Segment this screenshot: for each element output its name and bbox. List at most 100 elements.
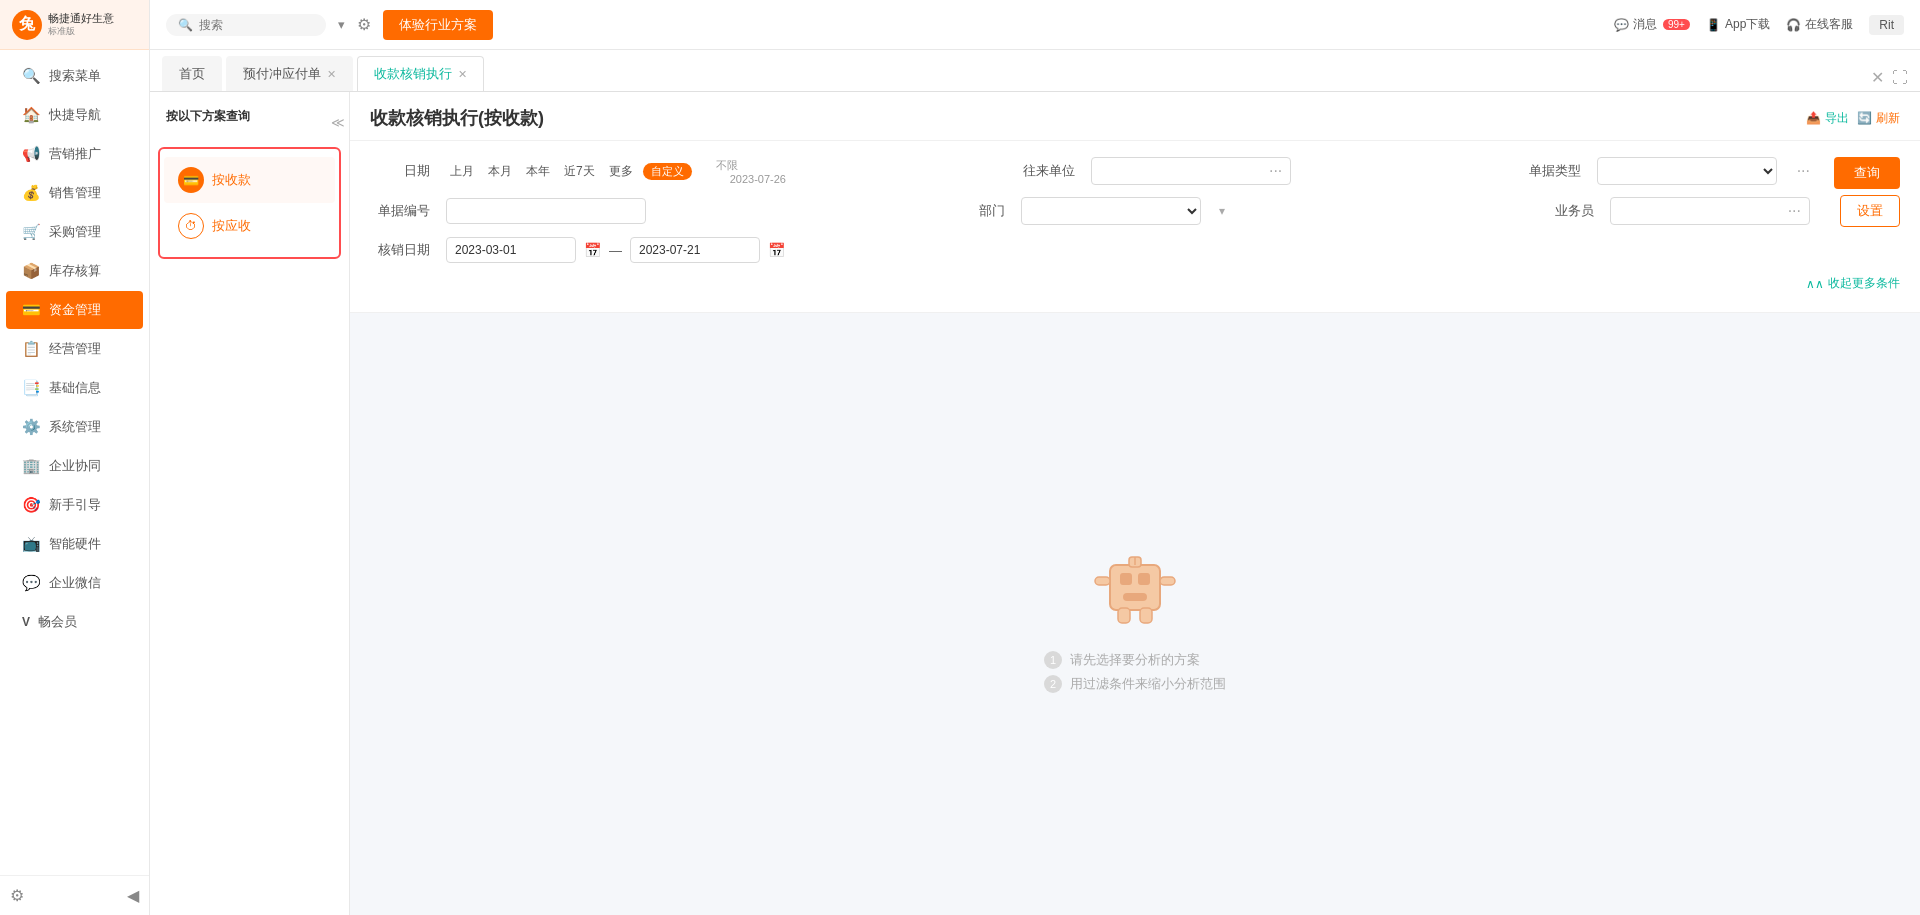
- doc-no-input[interactable]: [446, 198, 646, 224]
- sidebar-item-guide[interactable]: 🎯 新手引导: [6, 486, 143, 524]
- messages-action[interactable]: 💬 消息 99+: [1614, 16, 1690, 33]
- expand-tab-icon[interactable]: ⛶: [1892, 69, 1908, 87]
- sidebar-item-purchase[interactable]: 🛒 采购管理: [6, 213, 143, 251]
- date-custom-badge[interactable]: 自定义: [643, 163, 692, 180]
- refresh-button[interactable]: 🔄 刷新: [1857, 110, 1900, 127]
- dept-dropdown-icon: ▾: [1219, 204, 1225, 218]
- sidebar-item-finance[interactable]: 💳 资金管理: [6, 291, 143, 329]
- collapse-sidebar-icon[interactable]: ◀: [127, 886, 139, 905]
- sidebar-item-label: 库存核算: [49, 262, 101, 280]
- date-no-limit-label: 不限: [716, 158, 786, 173]
- page-title: 收款核销执行(按收款): [370, 106, 544, 130]
- filter-row-2: 单据编号 部门 ▾ 业务员 ··: [370, 197, 1810, 225]
- staff-dots-icon[interactable]: ···: [1788, 202, 1801, 220]
- verify-date-start-input[interactable]: [446, 237, 576, 263]
- doc-type-select[interactable]: [1597, 157, 1777, 185]
- date-tab-this-month[interactable]: 本月: [484, 161, 516, 182]
- close-prepay-tab[interactable]: ✕: [327, 68, 336, 81]
- app-badge: 标准版: [48, 25, 114, 38]
- doc-type-dots-icon[interactable]: ···: [1797, 162, 1810, 180]
- export-button[interactable]: 📤 导出: [1806, 110, 1849, 127]
- tab-prepay[interactable]: 预付冲应付单 ✕: [226, 56, 353, 91]
- finance-icon: 💳: [22, 301, 41, 319]
- export-label: 导出: [1825, 110, 1849, 127]
- search-input[interactable]: [199, 18, 299, 32]
- sidebar-item-label: 快捷导航: [49, 106, 101, 124]
- sidebar-item-label: 企业协同: [49, 457, 101, 475]
- hint-text-1: 请先选择要分析的方案: [1070, 651, 1200, 669]
- sidebar-item-quick-nav[interactable]: 🏠 快捷导航: [6, 96, 143, 134]
- online-service-label: 在线客服: [1805, 16, 1853, 33]
- filter-section: 日期 上月 本月 本年 近7天 更多 自定义 不限 2: [350, 141, 1920, 313]
- sidebar-item-inventory[interactable]: 📦 库存核算: [6, 252, 143, 290]
- search-box[interactable]: 🔍: [166, 14, 326, 36]
- content-area: 按以下方案查询 ≪ 💳 按收款 ⏱ 按应收 收款核销执行(按收款): [150, 92, 1920, 915]
- service-icon: 🎧: [1786, 18, 1801, 32]
- svg-rect-6: [1095, 577, 1110, 585]
- tab-receipt-verify[interactable]: 收款核销执行 ✕: [357, 56, 484, 91]
- date-tab-last-month[interactable]: 上月: [446, 161, 478, 182]
- sidebar-footer: ⚙ ◀: [0, 875, 149, 915]
- collapse-filter-label: 收起更多条件: [1828, 275, 1900, 292]
- date-tab-this-year[interactable]: 本年: [522, 161, 554, 182]
- tab-home[interactable]: 首页: [162, 56, 222, 91]
- tabs-bar-actions: ✕ ⛶: [1871, 68, 1908, 91]
- sidebar-nav: 🔍 搜索菜单 🏠 快捷导航 📢 营销推广 💰 销售管理 🛒 采购管理 📦 库存核…: [0, 50, 149, 875]
- dept-select[interactable]: [1021, 197, 1201, 225]
- sidebar-item-operations[interactable]: 📋 经营管理: [6, 330, 143, 368]
- svg-rect-2: [1138, 573, 1150, 585]
- date-tab-more[interactable]: 更多: [605, 161, 637, 182]
- settings-button[interactable]: 设置: [1840, 195, 1900, 227]
- date-tab-7days[interactable]: 近7天: [560, 161, 599, 182]
- member-icon: V: [22, 615, 30, 629]
- sidebar-item-wechat[interactable]: 💬 企业微信: [6, 564, 143, 602]
- verify-date-end-calendar-icon[interactable]: 📅: [768, 242, 785, 258]
- date-filter-label: 日期: [370, 162, 430, 180]
- marketing-icon: 📢: [22, 145, 41, 163]
- verify-date-start-calendar-icon[interactable]: 📅: [584, 242, 601, 258]
- collapse-filter-button[interactable]: ∧∧ 收起更多条件: [1806, 271, 1900, 296]
- sales-icon: 💰: [22, 184, 41, 202]
- sidebar-item-label: 销售管理: [49, 184, 101, 202]
- page-title-bar: 收款核销执行(按收款) 📤 导出 🔄 刷新: [350, 92, 1920, 141]
- empty-state: 1 请先选择要分析的方案 2 用过滤条件来缩小分析范围: [350, 313, 1920, 915]
- partner-input[interactable]: [1100, 164, 1265, 178]
- app-download-action[interactable]: 📱 App下载: [1706, 16, 1770, 33]
- app-icon: 📱: [1706, 18, 1721, 32]
- close-receipt-verify-tab[interactable]: ✕: [458, 68, 467, 81]
- home-icon: 🏠: [22, 106, 41, 124]
- sidebar-item-marketing[interactable]: 📢 营销推广: [6, 135, 143, 173]
- svg-rect-1: [1120, 573, 1132, 585]
- sidebar-item-search-menu[interactable]: 🔍 搜索菜单: [6, 57, 143, 95]
- sidebar-item-system[interactable]: ⚙️ 系统管理: [6, 408, 143, 446]
- partner-dots-icon[interactable]: ···: [1269, 162, 1282, 180]
- settings-icon[interactable]: ⚙: [10, 886, 24, 905]
- user-profile[interactable]: Rit: [1869, 15, 1904, 35]
- online-service-action[interactable]: 🎧 在线客服: [1786, 16, 1853, 33]
- verify-date-end-input[interactable]: [630, 237, 760, 263]
- sidebar-item-sales[interactable]: 💰 销售管理: [6, 174, 143, 212]
- left-panel-collapse-icon[interactable]: ≪: [331, 114, 345, 129]
- query-by-receivable[interactable]: ⏱ 按应收: [164, 203, 335, 249]
- app-name: 畅捷通好生意: [48, 11, 114, 25]
- solution-button[interactable]: 体验行业方案: [383, 10, 493, 40]
- topbar-gear-icon[interactable]: ⚙: [357, 15, 371, 34]
- sidebar-item-label: 采购管理: [49, 223, 101, 241]
- sidebar-item-label: 资金管理: [49, 301, 101, 319]
- date-dash: —: [609, 243, 622, 258]
- close-tab-icon[interactable]: ✕: [1871, 68, 1884, 87]
- sidebar-item-enterprise[interactable]: 🏢 企业协同: [6, 447, 143, 485]
- sidebar-item-label: 经营管理: [49, 340, 101, 358]
- operations-icon: 📋: [22, 340, 41, 358]
- dropdown-icon[interactable]: ▾: [338, 17, 345, 32]
- staff-filter-label: 业务员: [1554, 202, 1594, 220]
- export-icon: 📤: [1806, 111, 1821, 125]
- query-by-receipt[interactable]: 💳 按收款: [164, 157, 335, 203]
- sidebar-item-member[interactable]: V 畅会员: [6, 603, 143, 641]
- sidebar-item-basic-info[interactable]: 📑 基础信息: [6, 369, 143, 407]
- hint-number-2: 2: [1044, 675, 1062, 693]
- svg-rect-9: [1140, 608, 1152, 623]
- staff-input[interactable]: [1619, 204, 1784, 218]
- sidebar-item-hardware[interactable]: 📺 智能硬件: [6, 525, 143, 563]
- query-button[interactable]: 查询: [1834, 157, 1900, 189]
